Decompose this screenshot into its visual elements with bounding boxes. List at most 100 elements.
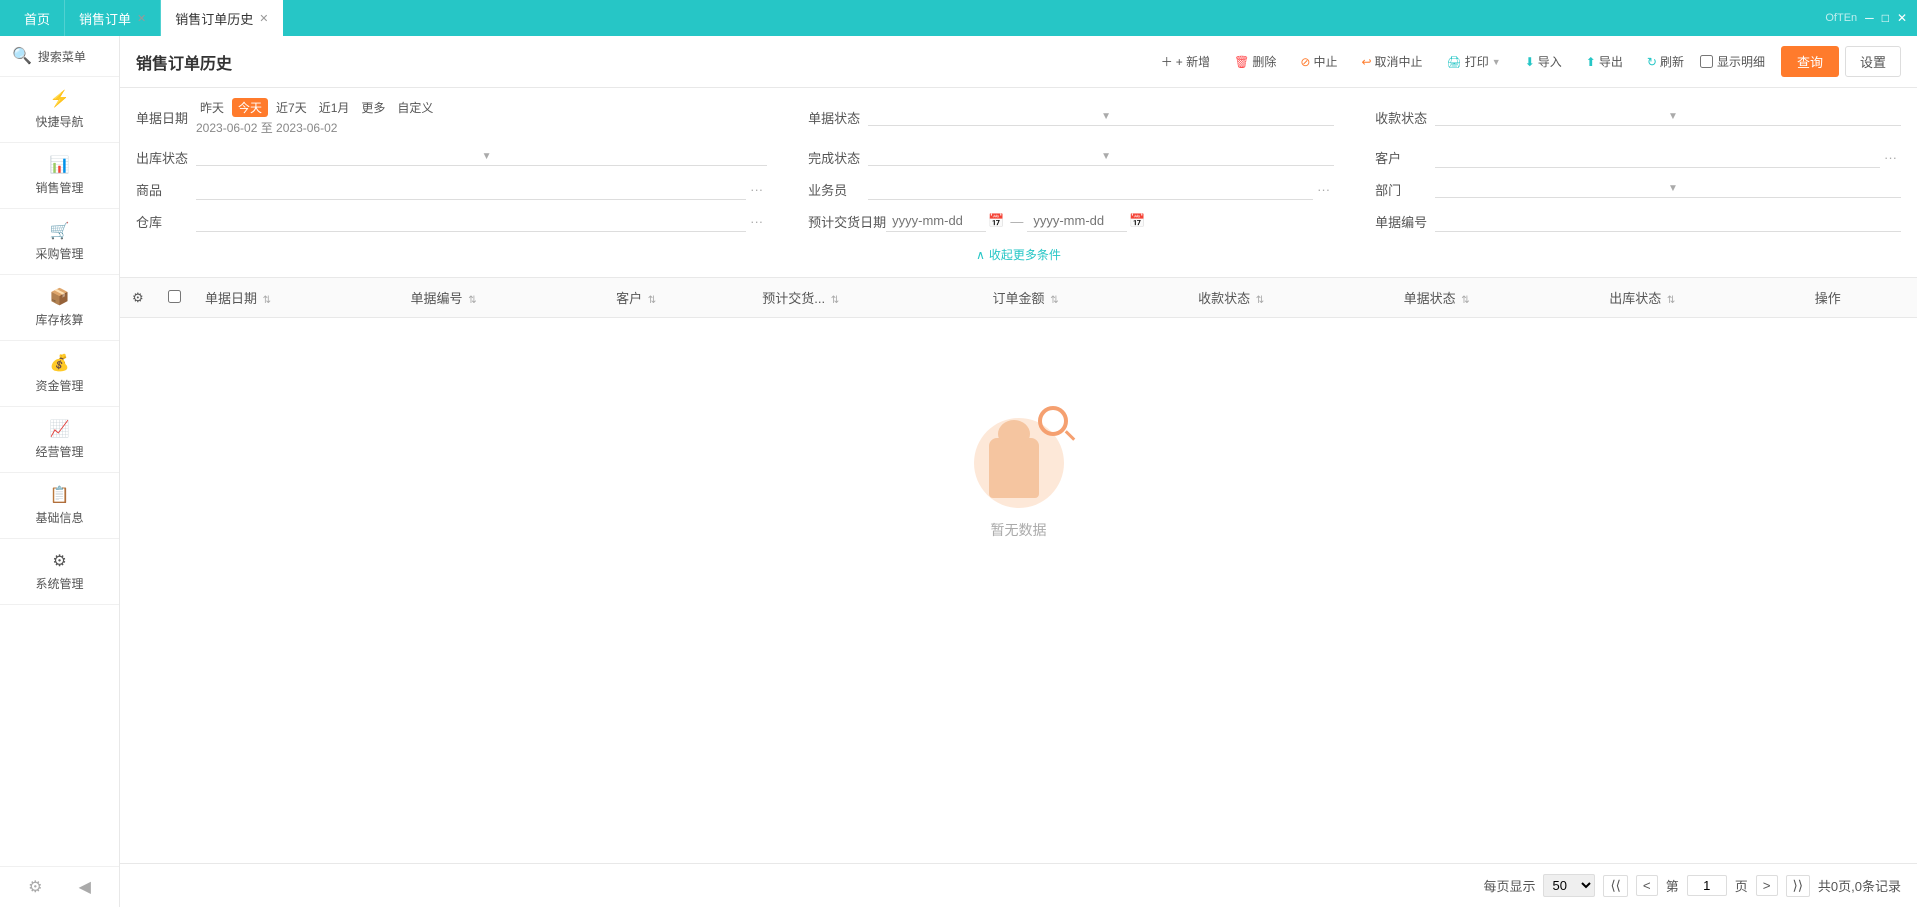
date-more[interactable]: 更多 [357,98,389,117]
import-button[interactable]: ⬇ 导入 [1517,49,1570,74]
sidebar-item-finance[interactable]: 💰 资金管理 [0,341,119,407]
date-custom[interactable]: 自定义 [393,98,437,117]
sidebar-item-quick-nav[interactable]: ⚡ 快捷导航 [0,77,119,143]
delivery-start-input[interactable] [886,210,986,232]
new-button[interactable]: ＋ + 新增 [1153,49,1218,74]
product-input[interactable] [196,178,746,200]
sidebar-collapse-icon[interactable]: ◀ [79,877,91,897]
empty-magnifier-handle [1064,430,1075,441]
col-date-sort-icon[interactable]: ⇅ [263,295,271,306]
table-settings-icon[interactable]: ⚙ [132,290,144,305]
close-button[interactable]: ✕ [1897,11,1907,25]
col-date: 单据日期 ⇅ [193,278,399,318]
empty-character-head [998,420,1030,448]
delivery-date-label: 预计交货日期 [808,212,886,231]
window-controls: OfTEn ─ □ ✕ [1825,11,1907,25]
per-page-select[interactable]: 10 20 50 100 [1543,874,1595,897]
filter-row-4: 仓库 ··· 预计交货日期 📅 — 📅 单据编号 [136,210,1901,232]
sidebar-item-search[interactable]: 🔍 搜索菜单 [0,36,119,77]
export-button[interactable]: ⬆ 导出 [1578,49,1631,74]
delete-button[interactable]: 🗑 删除 [1226,49,1284,74]
col-receipt-sort-icon[interactable]: ⇅ [1256,295,1264,306]
last-page-button[interactable]: ⟩⟩ [1786,875,1810,897]
date-yesterday[interactable]: 昨天 [196,98,228,117]
close-sales-order-tab[interactable]: ✕ [137,12,146,25]
receipt-status-dropdown[interactable]: ▼ [1435,108,1901,126]
department-dropdown[interactable]: ▼ [1435,180,1901,198]
stop-button[interactable]: ⊘ 中止 [1292,49,1345,74]
search-icon: 🔍 [12,46,32,66]
sidebar-footer: ⚙ ◀ [0,866,119,907]
doc-number-input[interactable] [1435,210,1901,232]
new-icon: ＋ [1161,53,1173,70]
sidebar-item-operations[interactable]: 📈 经营管理 [0,407,119,473]
sidebar-item-sys-mgmt[interactable]: ⚙ 系统管理 [0,539,119,605]
first-page-button[interactable]: ⟨⟨ [1603,875,1627,897]
next-page-button[interactable]: > [1756,875,1778,896]
date-today[interactable]: 今天 [232,98,268,117]
empty-illustration [954,398,1084,508]
completion-arrow-icon: ▼ [1101,151,1328,162]
filter-department: 部门 ▼ [1375,180,1901,199]
department-label: 部门 [1375,180,1435,199]
customer-input[interactable] [1435,146,1880,168]
doc-status-dropdown[interactable]: ▼ [868,108,1334,126]
product-dots[interactable]: ··· [746,182,767,197]
warehouse-dots[interactable]: ··· [746,214,767,229]
sidebar-item-sales-mgmt[interactable]: 📊 销售管理 [0,143,119,209]
doc-date-label: 单据日期 [136,108,196,127]
completion-dropdown[interactable]: ▼ [868,148,1334,166]
col-receipt-status: 收款状态 ⇅ [1186,278,1392,318]
sidebar-item-inventory[interactable]: 📦 库存核算 [0,275,119,341]
tab-home[interactable]: + 新增 首页 [10,0,65,36]
per-page-label: 每页显示 [1483,876,1535,895]
show-detail-toggle: 显示明细 [1700,53,1765,70]
print-button[interactable]: 🖨 打印 ▼ [1439,49,1509,74]
maximize-button[interactable]: □ [1882,11,1889,25]
show-detail-checkbox[interactable] [1700,55,1713,68]
prev-page-button[interactable]: < [1636,875,1658,896]
export-icon: ⬆ [1586,55,1596,69]
page-number-input[interactable] [1687,875,1727,896]
refresh-button[interactable]: ↻ 刷新 [1639,49,1692,74]
cancel-stop-button[interactable]: ↩ 取消中止 [1353,49,1430,74]
tab-sales-order[interactable]: 销售订单 ✕ [65,0,161,36]
filter-doc-date: 单据日期 昨天 今天 近7天 近1月 更多 自定义 2023-06-02 至 2… [136,98,767,136]
sidebar-item-purchase-mgmt[interactable]: 🛒 采购管理 [0,209,119,275]
refresh-icon: ↻ [1647,55,1657,69]
sidebar-item-basic-info[interactable]: 📋 基础信息 [0,473,119,539]
customer-label: 客户 [1375,148,1435,167]
delivery-end-input[interactable] [1027,210,1127,232]
query-button[interactable]: 查询 [1781,46,1839,77]
col-number-sort-icon[interactable]: ⇅ [468,295,476,306]
col-customer-sort-icon[interactable]: ⇅ [648,295,656,306]
tab-sales-order-history[interactable]: 销售订单历史 ✕ [161,0,283,36]
date-1month[interactable]: 近1月 [315,98,354,117]
close-history-tab[interactable]: ✕ [259,12,268,25]
collapse-more-conditions[interactable]: ∧ 收起更多条件 [136,242,1901,267]
sidebar-settings-icon[interactable]: ⚙ [28,877,42,897]
calendar-end-icon[interactable]: 📅 [1127,213,1147,229]
warehouse-input[interactable] [196,210,746,232]
data-table: ⚙ 单据日期 ⇅ 单据编号 ⇅ [120,278,1917,620]
minimize-button[interactable]: ─ [1865,11,1874,25]
salesperson-dots[interactable]: ··· [1313,182,1334,197]
calendar-start-icon[interactable]: 📅 [986,213,1006,229]
customer-dots[interactable]: ··· [1880,150,1901,165]
empty-text: 暂无数据 [991,520,1047,540]
col-doc-sort-icon[interactable]: ⇅ [1461,295,1469,306]
col-delivery-sort-icon[interactable]: ⇅ [831,295,839,306]
warehouse-label: 仓库 [136,212,196,231]
receipt-status-label: 收款状态 [1375,108,1435,127]
salesperson-input[interactable] [868,178,1313,200]
select-all-checkbox[interactable] [168,290,181,303]
settings-button[interactable]: 设置 [1845,46,1901,77]
outbound-status-dropdown[interactable]: ▼ [196,148,767,166]
cancel-stop-icon: ↩ [1361,55,1371,69]
date-7days[interactable]: 近7天 [272,98,311,117]
col-amount-sort-icon[interactable]: ⇅ [1050,295,1058,306]
pagination: 每页显示 10 20 50 100 ⟨⟨ < 第 页 > ⟩⟩ 共0页,0条记录 [120,863,1917,907]
col-doc-status: 单据状态 ⇅ [1392,278,1598,318]
col-outbound-sort-icon[interactable]: ⇅ [1667,295,1675,306]
table-body: 暂无数据 [120,318,1917,621]
